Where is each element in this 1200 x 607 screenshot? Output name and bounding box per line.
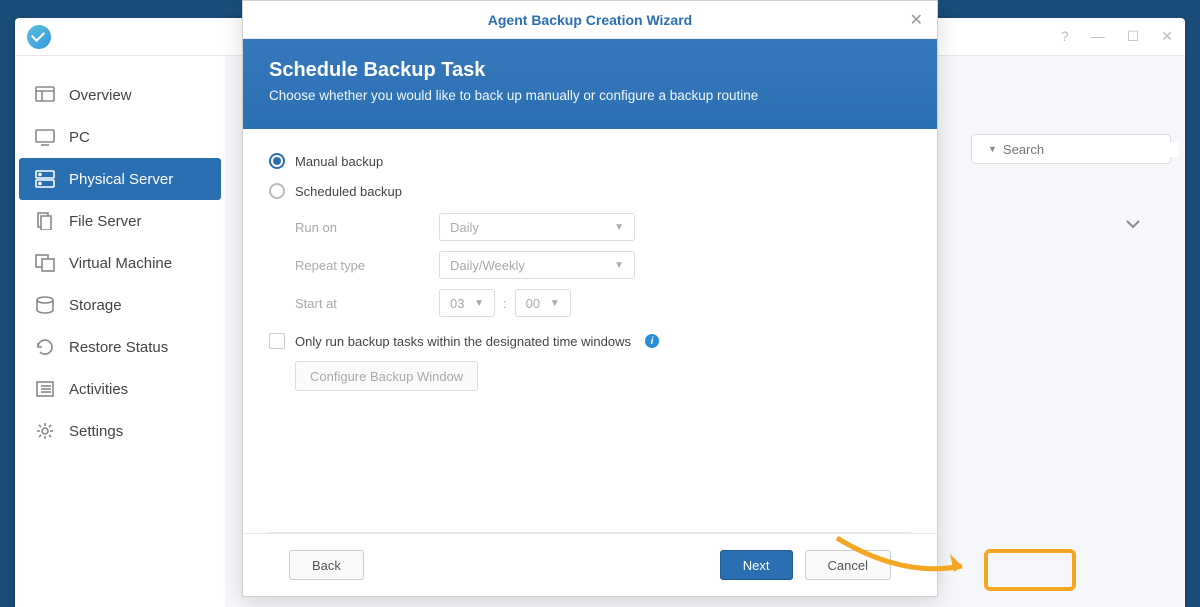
sidebar-item-physical-server[interactable]: Physical Server [19,158,221,200]
cancel-button[interactable]: Cancel [805,550,891,580]
sidebar-item-pc[interactable]: PC [15,116,225,158]
radio-manual-backup[interactable]: Manual backup [269,153,911,169]
run-on-select[interactable]: Daily ▼ [439,213,635,241]
back-button[interactable]: Back [289,550,364,580]
settings-icon [35,422,55,440]
form-row-run-on: Run on Daily ▼ [295,213,911,241]
wizard-subtitle: Choose whether you would like to back up… [269,88,911,103]
wizard-close-button[interactable]: ✕ [910,10,923,30]
window-controls: ? — ☐ ✕ [1061,28,1173,45]
wizard-footer: Back Next Cancel [243,533,937,596]
sidebar-item-restore-status[interactable]: Restore Status [15,326,225,368]
close-button[interactable]: ✕ [1161,28,1173,45]
chevron-down-icon[interactable] [1125,216,1141,234]
wizard-content: Manual backup Scheduled backup Run on Da… [243,129,937,532]
select-value: 00 [526,296,540,311]
checkbox-icon [269,333,285,349]
radio-label: Manual backup [295,154,383,169]
sidebar-label: Activities [69,381,128,398]
restore-status-icon [35,338,55,356]
checkbox-label: Only run backup tasks within the designa… [295,334,631,349]
wizard-titlebar: Agent Backup Creation Wizard ✕ [243,1,937,39]
wizard-title: Agent Backup Creation Wizard [488,12,692,28]
search-box[interactable]: ▼ [971,134,1171,164]
form-row-start-at: Start at 03 ▼ : 00 ▼ [295,289,911,317]
maximize-button[interactable]: ☐ [1127,28,1140,45]
radio-icon [269,183,285,199]
pc-icon [35,128,55,146]
sidebar-item-storage[interactable]: Storage [15,284,225,326]
chevron-down-icon: ▼ [550,298,560,309]
file-server-icon [35,212,55,230]
radio-scheduled-backup[interactable]: Scheduled backup [269,183,911,199]
start-at-label: Start at [295,296,439,311]
configure-backup-window-button[interactable]: Configure Backup Window [295,361,478,391]
sidebar-label: Storage [69,297,122,314]
wizard-heading: Schedule Backup Task [269,59,911,82]
minimize-button[interactable]: — [1091,28,1105,45]
select-value: Daily/Weekly [450,258,525,273]
sidebar-item-settings[interactable]: Settings [15,410,225,452]
select-value: Daily [450,220,479,235]
sidebar-item-virtual-machine[interactable]: Virtual Machine [15,242,225,284]
sidebar-item-file-server[interactable]: File Server [15,200,225,242]
sidebar-item-overview[interactable]: Overview [15,74,225,116]
radio-label: Scheduled backup [295,184,402,199]
sidebar-label: Virtual Machine [69,255,172,272]
sidebar-label: Restore Status [69,339,168,356]
time-separator: : [503,296,507,311]
info-icon[interactable]: i [645,334,659,348]
overview-icon [35,86,55,104]
start-hour-select[interactable]: 03 ▼ [439,289,495,317]
app-logo-icon [27,25,51,49]
repeat-type-label: Repeat type [295,258,439,273]
chevron-down-icon: ▼ [474,298,484,309]
start-minute-select[interactable]: 00 ▼ [515,289,571,317]
chevron-down-icon: ▼ [614,222,624,233]
help-button[interactable]: ? [1061,28,1069,45]
search-input[interactable] [1003,142,1179,157]
checkbox-time-windows[interactable]: Only run backup tasks within the designa… [269,333,911,349]
sidebar-label: Physical Server [69,171,173,188]
next-button[interactable]: Next [720,550,793,580]
repeat-type-select[interactable]: Daily/Weekly ▼ [439,251,635,279]
run-on-label: Run on [295,220,439,235]
virtual-machine-icon [35,254,55,272]
sidebar-label: Settings [69,423,123,440]
sidebar-label: File Server [69,213,142,230]
physical-server-icon [35,170,55,188]
dropdown-caret-icon: ▼ [988,144,997,154]
select-value: 03 [450,296,464,311]
activities-icon [35,380,55,398]
wizard-dialog: Agent Backup Creation Wizard ✕ Schedule … [242,0,938,597]
radio-icon [269,153,285,169]
sidebar-item-activities[interactable]: Activities [15,368,225,410]
sidebar: Overview PC Physical Server File Server … [15,56,225,607]
chevron-down-icon: ▼ [614,260,624,271]
form-row-repeat-type: Repeat type Daily/Weekly ▼ [295,251,911,279]
sidebar-label: Overview [69,87,132,104]
storage-icon [35,296,55,314]
sidebar-label: PC [69,129,90,146]
wizard-header: Schedule Backup Task Choose whether you … [243,39,937,129]
